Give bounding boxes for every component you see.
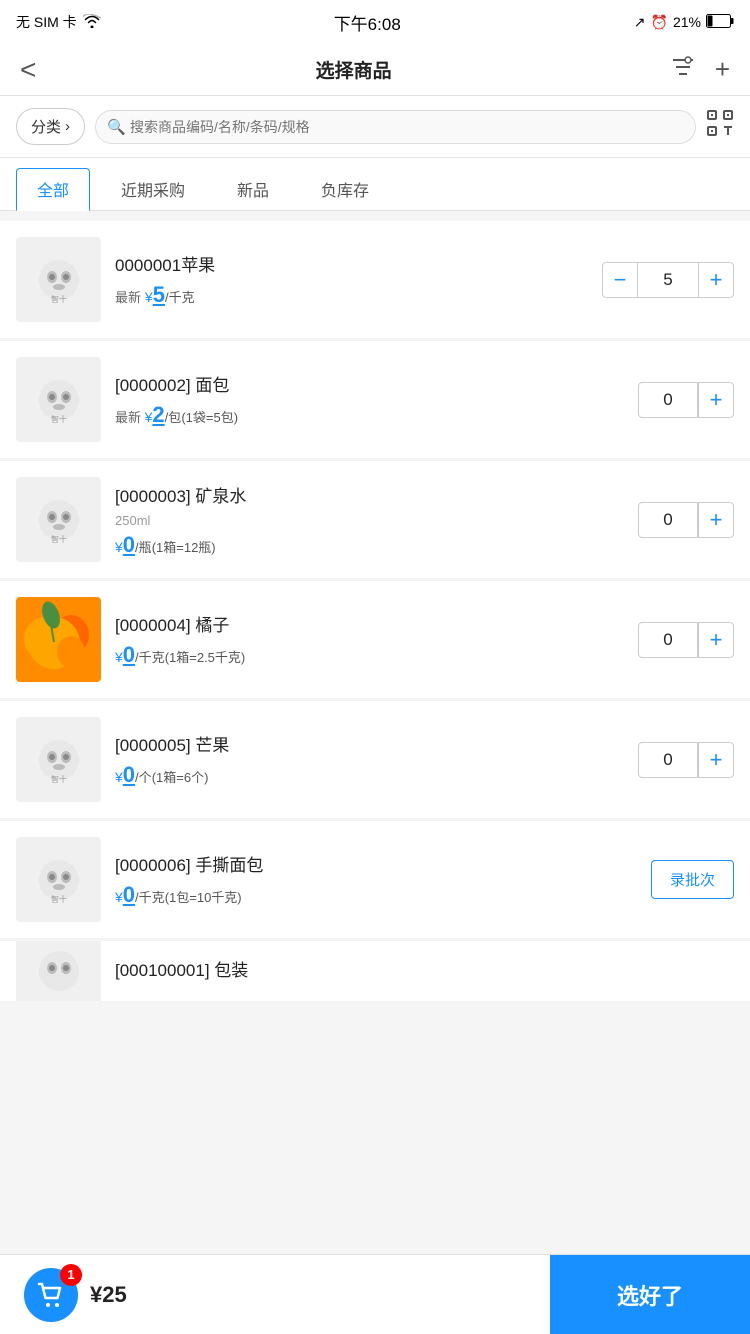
- qty-input[interactable]: [638, 742, 698, 778]
- category-arrow-icon: ›: [65, 118, 70, 135]
- tab-negative[interactable]: 负库存: [300, 168, 390, 210]
- product-list: 智十 0000001苹果 最新 ¥5/千克 − +: [0, 221, 750, 1001]
- svg-text:智十: 智十: [51, 774, 67, 784]
- product-info: [0000002] 面包 最新 ¥2/包(1袋=5包): [115, 371, 624, 428]
- search-wrapper: 🔍: [95, 110, 696, 144]
- product-item: [000100001] 包装: [0, 941, 750, 1001]
- scan-button[interactable]: [706, 109, 734, 144]
- product-price: ¥0/瓶(1箱=12瓶): [115, 532, 624, 558]
- status-time: 下午6:08: [334, 10, 401, 35]
- bottom-bar: 1 ¥25 选好了: [0, 1254, 750, 1334]
- product-info: [0000004] 橘子 ¥0/千克(1箱=2.5千克): [115, 611, 624, 668]
- carrier-text: 无 SIM 卡: [16, 12, 77, 32]
- qty-increase-button[interactable]: +: [698, 382, 734, 418]
- search-input[interactable]: [95, 110, 696, 144]
- wifi-icon: [83, 14, 101, 31]
- filter-bar: 分类 › 🔍: [0, 96, 750, 158]
- qty-increase-button[interactable]: +: [698, 742, 734, 778]
- product-name: [0000003] 矿泉水: [115, 482, 624, 507]
- page-title: 选择商品: [316, 56, 392, 83]
- status-left: 无 SIM 卡: [16, 12, 101, 32]
- qty-input[interactable]: [638, 502, 698, 538]
- filter-icon[interactable]: [671, 56, 695, 84]
- battery-icon: [706, 14, 734, 31]
- status-right: ↗ ⏰ 21%: [634, 14, 734, 31]
- svg-text:智十: 智十: [51, 534, 67, 544]
- product-thumbnail: 智十: [16, 837, 101, 922]
- location-icon: ↗: [634, 14, 646, 31]
- product-thumbnail: 智十: [16, 477, 101, 562]
- nav-actions: +: [671, 54, 730, 85]
- battery-text: 21%: [673, 14, 701, 30]
- qty-control: +: [638, 502, 734, 538]
- product-price: ¥0/个(1箱=6个): [115, 762, 624, 788]
- product-name: [000100001] 包装: [115, 956, 734, 981]
- qty-decrease-button[interactable]: −: [602, 262, 638, 298]
- product-name: [0000006] 手撕面包: [115, 851, 637, 876]
- product-item: [0000004] 橘子 ¥0/千克(1箱=2.5千克) +: [0, 581, 750, 699]
- product-info: 0000001苹果 最新 ¥5/千克: [115, 251, 588, 308]
- tab-new[interactable]: 新品: [216, 168, 290, 210]
- status-bar: 无 SIM 卡 下午6:08 ↗ ⏰ 21%: [0, 0, 750, 44]
- svg-text:智十: 智十: [51, 294, 67, 304]
- section-divider: [0, 211, 750, 221]
- product-thumbnail: [16, 941, 101, 1001]
- product-thumbnail: [16, 597, 101, 682]
- product-thumbnail: 智十: [16, 237, 101, 322]
- svg-text:智十: 智十: [51, 414, 67, 424]
- product-price: 最新 ¥5/千克: [115, 282, 588, 308]
- tab-all[interactable]: 全部: [16, 168, 90, 211]
- qty-increase-button[interactable]: +: [698, 502, 734, 538]
- svg-text:智十: 智十: [51, 894, 67, 904]
- product-spec: 250ml: [115, 513, 624, 528]
- qty-increase-button[interactable]: +: [698, 622, 734, 658]
- qty-control: − +: [602, 262, 734, 298]
- cart-total: ¥25: [90, 1282, 127, 1308]
- owl-logo: 智十: [16, 357, 101, 442]
- qty-input[interactable]: [638, 622, 698, 658]
- product-thumbnail: 智十: [16, 717, 101, 802]
- product-name: [0000002] 面包: [115, 371, 624, 396]
- product-item: 智十 [0000006] 手撕面包 ¥0/千克(1包=10千克) 录批次: [0, 821, 750, 939]
- qty-control: +: [638, 382, 734, 418]
- product-item: 智十 0000001苹果 最新 ¥5/千克 − +: [0, 221, 750, 339]
- add-button[interactable]: +: [715, 54, 730, 85]
- product-item: 智十 [0000002] 面包 最新 ¥2/包(1袋=5包) +: [0, 341, 750, 459]
- cart-badge: 1: [60, 1264, 82, 1286]
- product-info: [000100001] 包装: [115, 956, 734, 987]
- product-name: [0000004] 橘子: [115, 611, 624, 636]
- owl-logo: 智十: [16, 477, 101, 562]
- product-name: 0000001苹果: [115, 251, 588, 276]
- owl-logo: 智十: [16, 717, 101, 802]
- owl-logo: 智十: [16, 837, 101, 922]
- product-thumbnail: 智十: [16, 357, 101, 442]
- cart-button[interactable]: 1: [24, 1268, 78, 1322]
- product-name: [0000005] 芒果: [115, 731, 624, 756]
- tab-recent[interactable]: 近期采购: [100, 168, 206, 210]
- alarm-icon: ⏰: [651, 14, 668, 31]
- product-price: 最新 ¥2/包(1袋=5包): [115, 402, 624, 428]
- cart-section: 1 ¥25: [0, 1268, 550, 1322]
- qty-input[interactable]: [638, 262, 698, 298]
- product-price: ¥0/千克(1箱=2.5千克): [115, 642, 624, 668]
- product-item: 智十 [0000005] 芒果 ¥0/个(1箱=6个) +: [0, 701, 750, 819]
- confirm-button[interactable]: 选好了: [550, 1255, 750, 1334]
- product-price: ¥0/千克(1包=10千克): [115, 882, 637, 908]
- product-info: [0000003] 矿泉水 250ml ¥0/瓶(1箱=12瓶): [115, 482, 624, 558]
- owl-logo: [16, 941, 101, 1001]
- search-icon: 🔍: [107, 118, 126, 136]
- product-info: [0000006] 手撕面包 ¥0/千克(1包=10千克): [115, 851, 637, 908]
- qty-control: +: [638, 742, 734, 778]
- tabs-bar: 全部 近期采购 新品 负库存: [0, 158, 750, 211]
- batch-button[interactable]: 录批次: [651, 860, 734, 899]
- owl-logo: 智十: [16, 237, 101, 322]
- qty-increase-button[interactable]: +: [698, 262, 734, 298]
- product-info: [0000005] 芒果 ¥0/个(1箱=6个): [115, 731, 624, 788]
- qty-input[interactable]: [638, 382, 698, 418]
- back-button[interactable]: <: [20, 54, 36, 86]
- product-item: 智十 [0000003] 矿泉水 250ml ¥0/瓶(1箱=12瓶) +: [0, 461, 750, 579]
- qty-control: +: [638, 622, 734, 658]
- nav-bar: < 选择商品 +: [0, 44, 750, 96]
- category-button[interactable]: 分类 ›: [16, 108, 85, 145]
